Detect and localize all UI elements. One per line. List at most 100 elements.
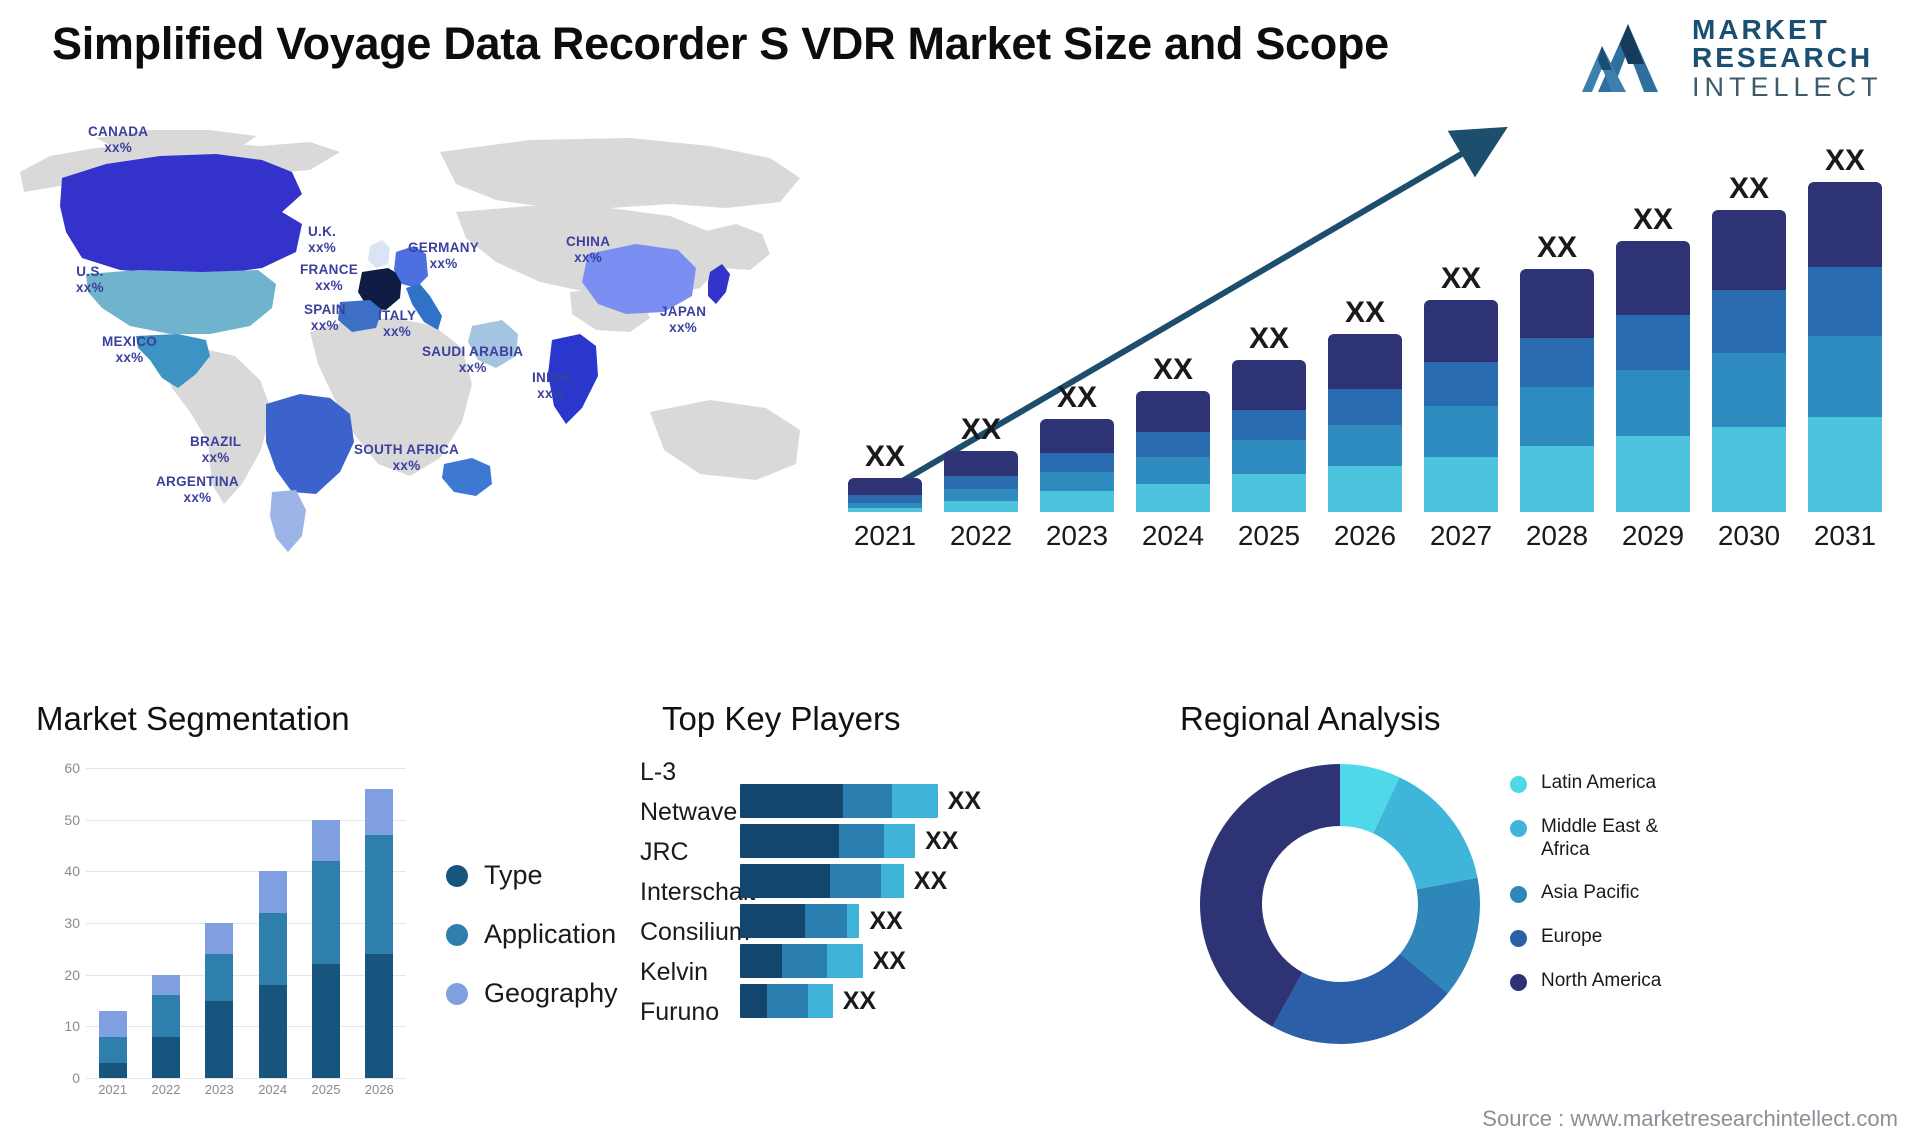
- map-label-value: xx%: [429, 255, 458, 271]
- key-player-bar-part-3: [884, 824, 916, 858]
- segmentation-segment-type: [152, 1036, 180, 1078]
- map-label-canada: CANADA xx%: [88, 124, 148, 155]
- bar-segment-segment-c: [1136, 457, 1210, 484]
- segmentation-legend: Type Application Geography: [446, 860, 618, 1037]
- bar-segment-segment-c: [944, 489, 1018, 501]
- bar-segment-segment-b: [1808, 267, 1882, 336]
- key-player-name-jrc: JRC: [640, 838, 689, 866]
- regional-legend: Latin America Middle East & Africa Asia Pa…: [1510, 772, 1711, 1014]
- logo-line-3: INTELLECT: [1692, 71, 1883, 102]
- bar-segment-segment-a: [1232, 360, 1306, 410]
- map-label-value: xx%: [315, 277, 343, 293]
- key-player-name-consilium: Consilium: [640, 918, 750, 946]
- regional-legend-item-north-america: North America: [1510, 970, 1711, 993]
- forecast-bar-value-2031: XX: [1824, 144, 1866, 177]
- forecast-bar-year-2029: 2029: [1621, 520, 1685, 551]
- segmentation-segment-application: [258, 912, 287, 985]
- bar-segment-segment-a: [1424, 299, 1498, 363]
- segmentation-segment-type: [205, 1000, 234, 1078]
- map-label-country: INDIA: [532, 370, 571, 385]
- bar-segment-segment-c: [1232, 439, 1306, 475]
- segmentation-segment-type: [98, 1062, 127, 1078]
- key-player-bar-netwave: [740, 784, 938, 818]
- map-label-china: CHINA xx%: [566, 234, 610, 265]
- map-label-value: xx%: [201, 449, 230, 465]
- forecast-bar-2029: [1616, 240, 1690, 512]
- map-label-saudi-arabia: SAUDI ARABIA xx%: [422, 344, 523, 375]
- bar-segment-segment-d: [848, 508, 922, 512]
- key-player-value-interschalt: XX: [913, 867, 948, 895]
- segmentation-segment-type: [365, 954, 394, 1078]
- map-label-germany: GERMANY xx%: [408, 240, 479, 271]
- market-segmentation-panel: Market Segmentation 0 10 20 30 40 50 60 2021 202…: [36, 700, 646, 1130]
- key-player-bar-part-1: [740, 984, 767, 1018]
- forecast-bar-2028: [1520, 269, 1594, 512]
- segmentation-legend-label: Type: [484, 860, 543, 890]
- world-map-svg: [20, 130, 800, 552]
- bar-segment-segment-c: [1040, 472, 1114, 492]
- map-label-value: xx%: [458, 359, 487, 375]
- map-label-brazil: BRAZIL xx%: [190, 434, 241, 465]
- segmentation-x-label-2023: 2023: [204, 1082, 234, 1097]
- bar-segment-segment-d: [1808, 417, 1882, 512]
- segmentation-x-label-2026: 2026: [364, 1082, 394, 1097]
- forecast-bar-value-2024: XX: [1152, 352, 1194, 386]
- segmentation-y-tick: 10: [64, 1018, 80, 1035]
- key-player-name-furuno: Furuno: [640, 998, 720, 1026]
- key-player-bar-part-1: [740, 864, 830, 898]
- bar-segment-segment-d: [1712, 426, 1786, 512]
- segmentation-gridline: [86, 1078, 406, 1079]
- map-label-value: xx%: [76, 279, 104, 295]
- regional-legend-item-latin-america: Latin America: [1510, 772, 1711, 795]
- forecast-bar-2031: [1808, 182, 1882, 512]
- bar-segment-segment-b: [1328, 388, 1402, 425]
- map-label-japan: JAPAN xx%: [660, 304, 706, 335]
- key-player-bar-kelvin: [740, 944, 863, 978]
- map-label-u-s-: U.S. xx%: [76, 264, 104, 295]
- segmentation-y-tick: 20: [64, 966, 80, 983]
- bar-segment-segment-c: [1616, 369, 1690, 437]
- segmentation-bar-2026: [365, 788, 394, 1078]
- legend-dot-icon: [1510, 819, 1527, 837]
- key-player-name-interschalt: Interschalt: [640, 878, 756, 906]
- map-label-u-k-: U.K. xx%: [308, 224, 336, 255]
- forecast-bar-year-2030: 2030: [1717, 520, 1781, 551]
- forecast-bar-year-2022: 2022: [949, 520, 1013, 551]
- forecast-bar-year-2028: 2028: [1525, 520, 1589, 551]
- map-label-value: xx%: [104, 139, 133, 155]
- key-player-bar-jrc: [740, 824, 916, 858]
- key-player-bar-part-3: [807, 984, 833, 1018]
- bar-segment-segment-a: [1136, 390, 1210, 433]
- legend-dot-icon: [1510, 973, 1527, 991]
- segmentation-y-tick: 30: [64, 915, 80, 931]
- segmentation-segment-geography: [365, 788, 394, 836]
- forecast-bar-value-2023: XX: [1056, 381, 1098, 415]
- regional-legend-label: Middle East & Africa: [1541, 815, 1659, 860]
- forecast-bar-value-2029: XX: [1632, 202, 1674, 236]
- key-player-bar-part-2: [838, 824, 885, 858]
- key-player-bar-part-1: [740, 904, 805, 938]
- legend-dot-icon: [1510, 886, 1527, 904]
- key-player-value-consilium: XX: [869, 907, 903, 935]
- map-label-value: xx%: [574, 249, 603, 265]
- legend-dot-icon: [446, 864, 468, 887]
- forecast-bar-year-2021: 2021: [853, 520, 917, 551]
- key-player-bar-part-2: [782, 944, 827, 978]
- map-label-south-africa: SOUTH AFRICA xx%: [354, 442, 459, 473]
- bar-segment-segment-c: [1328, 424, 1402, 467]
- regional-legend-item-europe: Europe: [1510, 926, 1711, 949]
- forecast-bar-chart: XX 2021 XX 2022 XX 2023 XX 2024 XX 2025 XX 2026 XX 20…: [830, 120, 1910, 560]
- map-label-country: SPAIN: [304, 302, 346, 317]
- source-text: Source : www.marketresearchintellect.com: [1482, 1106, 1898, 1131]
- segmentation-segment-application: [98, 1036, 127, 1063]
- legend-dot-icon: [1510, 930, 1527, 948]
- segmentation-legend-item-type: Type: [446, 860, 618, 891]
- segmentation-segment-geography: [98, 1010, 127, 1037]
- bar-segment-segment-b: [1232, 409, 1306, 440]
- key-player-bar-interschalt: [740, 864, 904, 898]
- country-brazil: [266, 394, 354, 494]
- segmentation-segment-application: [205, 954, 234, 1001]
- bar-segment-segment-d: [944, 500, 1018, 512]
- segmentation-segment-geography: [258, 871, 287, 913]
- map-label-france: FRANCE xx%: [300, 262, 358, 293]
